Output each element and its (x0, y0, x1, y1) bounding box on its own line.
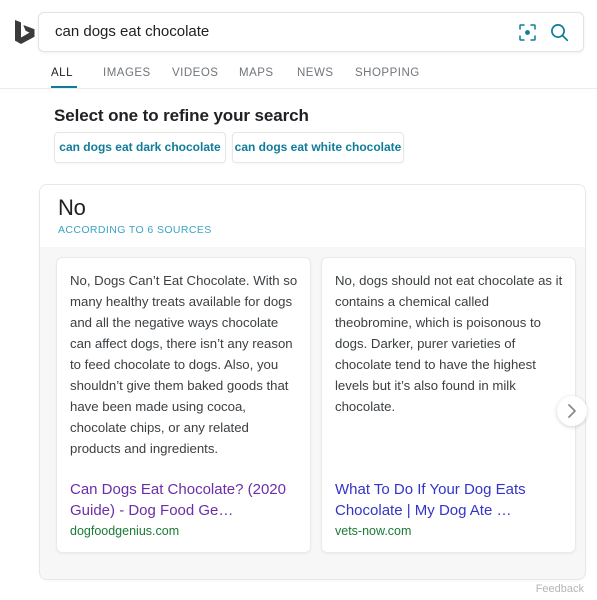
source-snippet: No, dogs should not eat chocolate as it … (335, 273, 563, 414)
answer-verdict: No (58, 195, 86, 220)
tab-videos[interactable]: VIDEOS (172, 62, 218, 90)
answer-card: No ACCORDING TO 6 SOURCES No, Dogs Can’t… (39, 184, 586, 580)
search-input[interactable]: can dogs eat chocolate (55, 13, 515, 51)
source-title-link[interactable]: What To Do If Your Dog Eats Chocolate | … (335, 479, 563, 521)
source-snippet: No, Dogs Can’t Eat Chocolate. With so ma… (70, 273, 298, 456)
refine-chip-white-chocolate[interactable]: can dogs eat white chocolate (232, 132, 404, 163)
bing-search-results-page: can dogs eat chocolate ALL IMAGES VIDEOS… (0, 0, 597, 600)
source-title-link[interactable]: Can Dogs Eat Chocolate? (2020 Guide) - D… (70, 479, 298, 521)
source-card[interactable]: No, dogs should not eat chocolate as it … (321, 257, 576, 553)
sources-carousel[interactable]: No, Dogs Can’t Eat Chocolate. With so ma… (40, 247, 585, 579)
source-card[interactable]: No, Dogs Can’t Eat Chocolate. With so ma… (56, 257, 311, 553)
tab-shopping[interactable]: SHOPPING (355, 62, 420, 90)
tab-maps[interactable]: MAPS (239, 62, 274, 90)
source-footer: What To Do If Your Dog Eats Chocolate | … (335, 479, 563, 538)
carousel-next-button[interactable] (557, 396, 587, 426)
source-footer: Can Dogs Eat Chocolate? (2020 Guide) - D… (70, 479, 298, 538)
search-icon[interactable] (550, 23, 569, 42)
refine-chip-dark-chocolate[interactable]: can dogs eat dark chocolate (54, 132, 226, 163)
visual-search-icon[interactable] (518, 23, 537, 42)
answer-sources-link[interactable]: ACCORDING TO 6 SOURCES (58, 224, 212, 236)
search-box[interactable]: can dogs eat chocolate (38, 12, 584, 52)
tab-news[interactable]: NEWS (297, 62, 334, 90)
tabs-divider (0, 88, 597, 89)
source-domain: vets-now.com (335, 524, 412, 538)
bing-logo-icon[interactable] (12, 18, 38, 46)
tab-images[interactable]: IMAGES (103, 62, 151, 90)
refine-search-title: Select one to refine your search (54, 106, 309, 125)
source-domain: dogfoodgenius.com (70, 524, 180, 538)
feedback-link[interactable]: Feedback (536, 583, 584, 595)
chevron-right-icon (568, 404, 576, 418)
answer-header: No ACCORDING TO 6 SOURCES (40, 185, 585, 247)
